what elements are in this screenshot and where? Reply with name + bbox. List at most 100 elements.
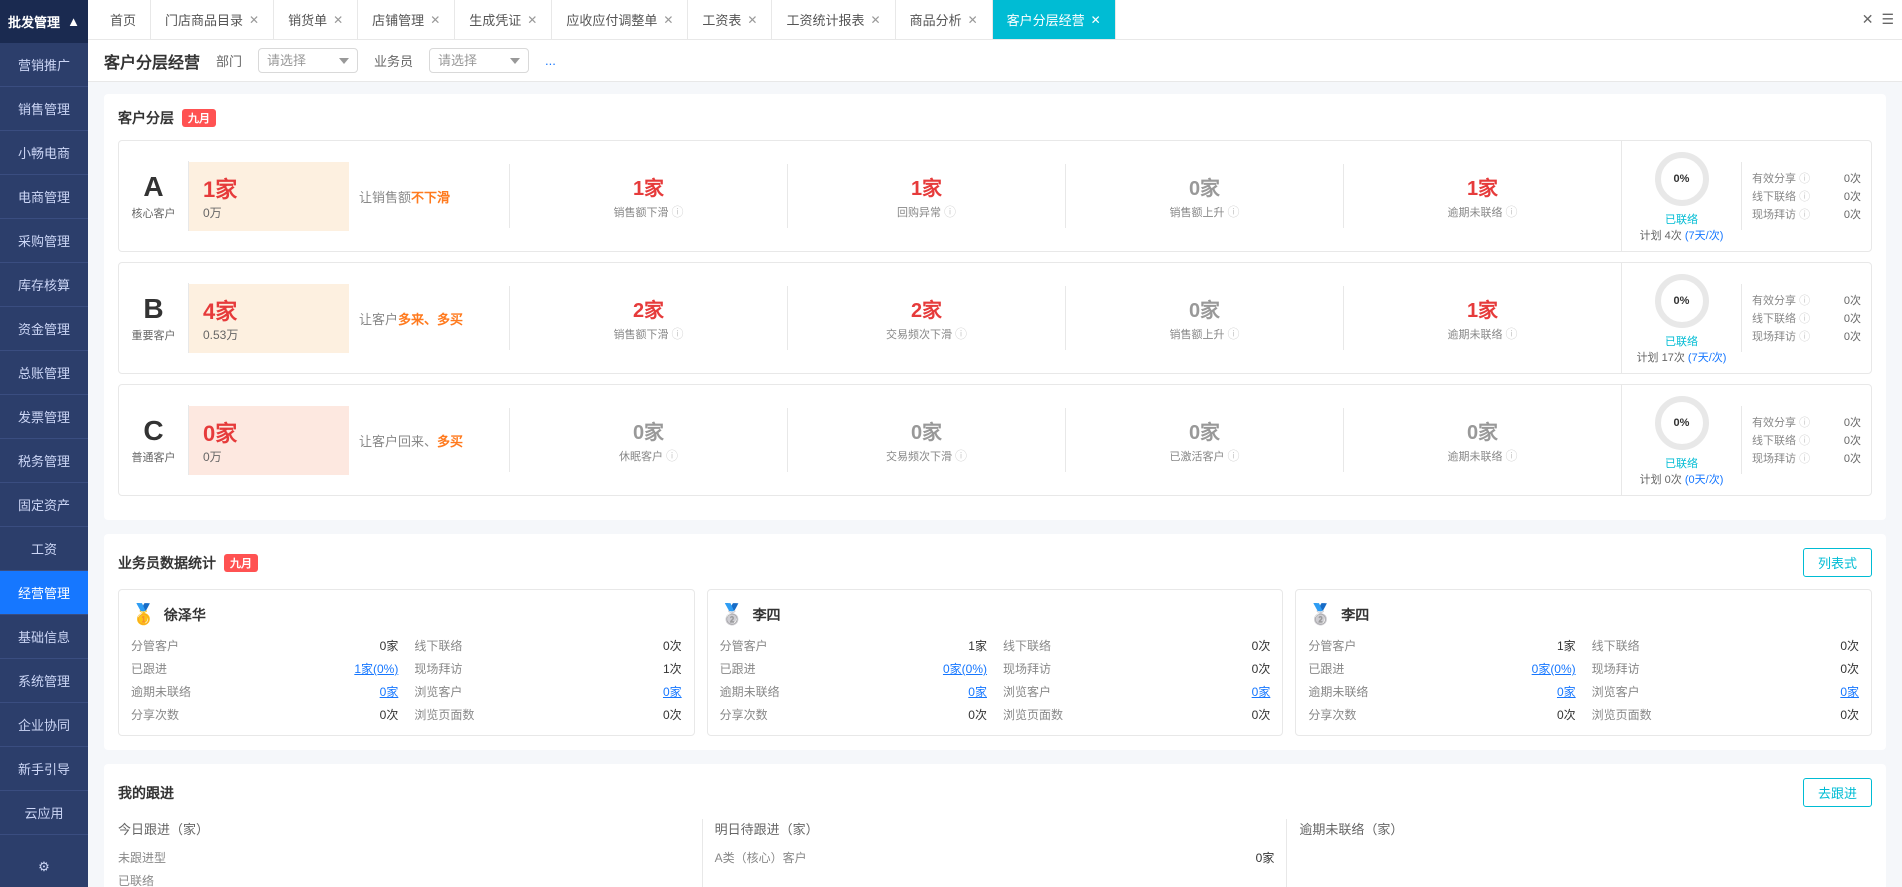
sidebar-item-shuiwu[interactable]: 税务管理	[0, 439, 88, 483]
rs-info-C-1[interactable]: ⓘ	[1799, 435, 1810, 447]
right-stat-row-B-2: 现场拜访 ⓘ0次	[1752, 328, 1861, 344]
tier-row-A: A核心客户1家0万让销售额不下滑1家销售额下滑 ⓘ1家回购异常 ⓘ0家销售额上升…	[118, 140, 1872, 252]
circle-plan-B: 计划 17次 (7天/次)	[1637, 349, 1727, 365]
info-icon-A-2[interactable]: ⓘ	[1227, 203, 1239, 220]
rs-info-B-1[interactable]: ⓘ	[1799, 313, 1810, 325]
info-icon-B-0[interactable]: ⓘ	[671, 325, 683, 342]
tab-shop_goods[interactable]: 门店商品目录✕	[151, 0, 274, 40]
sidebar-item-jingying[interactable]: 经营管理	[0, 571, 88, 615]
staff-stat-1-3: 现场拜访0次	[1003, 660, 1270, 677]
tier-amount-B: 0.53万	[203, 326, 335, 343]
tab-shengcheng[interactable]: 生成凭证✕	[455, 0, 552, 40]
circle-link-A[interactable]: (7天/次)	[1685, 230, 1724, 242]
rs-info-A-1[interactable]: ⓘ	[1799, 191, 1810, 203]
tab-close-shengcheng[interactable]: ✕	[527, 13, 537, 27]
info-icon-C-3[interactable]: ⓘ	[1505, 447, 1517, 464]
staff-stat-val-1-1: 0次	[1252, 637, 1271, 654]
tab-shangpin[interactable]: 商品分析✕	[896, 0, 993, 40]
followup-col-2: 逾期未联络（家）	[1287, 819, 1872, 887]
tier-rows: A核心客户1家0万让销售额不下滑1家销售额下滑 ⓘ1家回购异常 ⓘ0家销售额上升…	[118, 140, 1872, 496]
info-icon-A-1[interactable]: ⓘ	[944, 203, 956, 220]
sidebar-item-guding[interactable]: 固定资产	[0, 483, 88, 527]
right-stat-row-A-1: 线下联络 ⓘ0次	[1752, 188, 1861, 204]
tab-close-gongzitongji[interactable]: ✕	[871, 13, 881, 27]
tier-letter-B: B	[143, 293, 163, 325]
rs-info-C-2[interactable]: ⓘ	[1799, 453, 1810, 465]
staff-stats-grid-0: 分管客户0家线下联络0次已跟进1家(0%)现场拜访1次逾期未联络0家浏览客户0家…	[131, 637, 682, 723]
info-icon-C-0[interactable]: ⓘ	[666, 447, 678, 464]
staff-stat-val-0-5[interactable]: 0家	[663, 683, 682, 700]
tab-yingshou[interactable]: 应收应付调整单✕	[552, 0, 688, 40]
info-icon-C-1[interactable]: ⓘ	[955, 447, 967, 464]
circle-link-C[interactable]: (0天/次)	[1685, 474, 1724, 486]
followup-goto-btn[interactable]: 去跟进	[1803, 778, 1872, 807]
circle-link-B[interactable]: (7天/次)	[1688, 352, 1727, 364]
info-icon-B-2[interactable]: ⓘ	[1227, 325, 1239, 342]
sidebar-header[interactable]: 批发管理 ▲	[0, 0, 88, 43]
followup-col-title-1: 明日待跟进（家）	[715, 819, 1275, 838]
sidebar-item-zhangmu[interactable]: 总账管理	[0, 351, 88, 395]
circle-plan-C: 计划 0次 (0天/次)	[1640, 471, 1724, 487]
staff-stat-val-1-2[interactable]: 0家(0%)	[943, 660, 987, 677]
sidebar-item-xiaodian[interactable]: 小畅电商	[0, 131, 88, 175]
rs-info-B-0[interactable]: ⓘ	[1799, 295, 1810, 307]
info-icon-A-3[interactable]: ⓘ	[1505, 203, 1517, 220]
tab-dianpu[interactable]: 店铺管理✕	[358, 0, 455, 40]
sidebar-item-xinshou[interactable]: 新手引导	[0, 747, 88, 791]
tab-kehu_fen[interactable]: 客户分层经营✕	[993, 0, 1116, 40]
tab-gongzitongji[interactable]: 工资统计报表✕	[772, 0, 895, 40]
info-icon-B-3[interactable]: ⓘ	[1505, 325, 1517, 342]
staff-stat-val-0-2[interactable]: 1家(0%)	[354, 660, 398, 677]
staff-stat-val-2-2[interactable]: 0家(0%)	[1532, 660, 1576, 677]
staff-stat-val-1-5[interactable]: 0家	[1252, 683, 1271, 700]
tier-name-C: 普通客户	[132, 449, 176, 465]
tier-circle-B: 0% 已联络 计划 17次 (7天/次)	[1621, 263, 1741, 373]
info-icon-B-1[interactable]: ⓘ	[955, 325, 967, 342]
staff-stat-val-2-6: 0次	[1557, 706, 1576, 723]
sidebar-item-fapiao[interactable]: 发票管理	[0, 395, 88, 439]
sidebar-item-zijin[interactable]: 资金管理	[0, 307, 88, 351]
sidebar-item-yun[interactable]: 云应用	[0, 791, 88, 835]
info-icon-C-2[interactable]: ⓘ	[1227, 447, 1239, 464]
tab-gongzibiao[interactable]: 工资表✕	[688, 0, 772, 40]
tab-close-yingshou[interactable]: ✕	[663, 13, 673, 27]
staff-filter-select[interactable]: 请选择	[429, 48, 529, 73]
sidebar-item-yingxiao[interactable]: 营销推广	[0, 43, 88, 87]
followup-col-title-2: 逾期未联络（家）	[1299, 819, 1860, 838]
tab-close-shangpin[interactable]: ✕	[968, 13, 978, 27]
sidebar-item-dianshang[interactable]: 电商管理	[0, 175, 88, 219]
sidebar-item-xitong[interactable]: 系统管理	[0, 659, 88, 703]
tab-close-dianpu[interactable]: ✕	[430, 13, 440, 27]
rs-info-C-0[interactable]: ⓘ	[1799, 417, 1810, 429]
tab-close-xiaoshou_dan[interactable]: ✕	[333, 13, 343, 27]
sidebar-item-jichu[interactable]: 基础信息	[0, 615, 88, 659]
tab-close-gongzibiao[interactable]: ✕	[747, 13, 757, 27]
rs-info-B-2[interactable]: ⓘ	[1799, 331, 1810, 343]
rs-info-A-0[interactable]: ⓘ	[1799, 173, 1810, 185]
staff-name-0: 徐泽华	[164, 605, 206, 625]
tab-xiaoshou_dan[interactable]: 销货单✕	[274, 0, 358, 40]
more-filter-btn[interactable]: ...	[545, 53, 556, 68]
tab-menu-icon[interactable]: ☰	[1881, 11, 1894, 28]
staff-stat-val-1-4[interactable]: 0家	[968, 683, 987, 700]
sidebar-item-qiye[interactable]: 企业协同	[0, 703, 88, 747]
staff-stat-val-2-7: 0次	[1840, 706, 1859, 723]
staff-stat-val-2-5[interactable]: 0家	[1840, 683, 1859, 700]
staff-stat-val-2-4[interactable]: 0家	[1557, 683, 1576, 700]
sidebar-item-xiaoshou[interactable]: 销售管理	[0, 87, 88, 131]
sidebar-item-caigou[interactable]: 采购管理	[0, 219, 88, 263]
list-view-btn[interactable]: 列表式	[1803, 548, 1872, 577]
sidebar-item-kucun[interactable]: 库存核算	[0, 263, 88, 307]
tab-close-kehu_fen[interactable]: ✕	[1091, 13, 1101, 27]
sidebar-settings[interactable]: ⚙	[0, 847, 88, 887]
tab-home[interactable]: 首页	[96, 0, 151, 40]
tab-close-shop_goods[interactable]: ✕	[249, 13, 259, 27]
info-icon-A-0[interactable]: ⓘ	[671, 203, 683, 220]
tier-label-A: A核心客户	[119, 161, 189, 231]
rs-info-A-2[interactable]: ⓘ	[1799, 209, 1810, 221]
staff-stat-val-0-4[interactable]: 0家	[380, 683, 399, 700]
dept-filter-select[interactable]: 请选择	[258, 48, 358, 73]
sidebar-item-gongzi[interactable]: 工资	[0, 527, 88, 571]
staff-stat-label-1-5: 浏览客户	[1003, 683, 1051, 700]
tab-close-all-icon[interactable]: ✕	[1862, 11, 1874, 28]
